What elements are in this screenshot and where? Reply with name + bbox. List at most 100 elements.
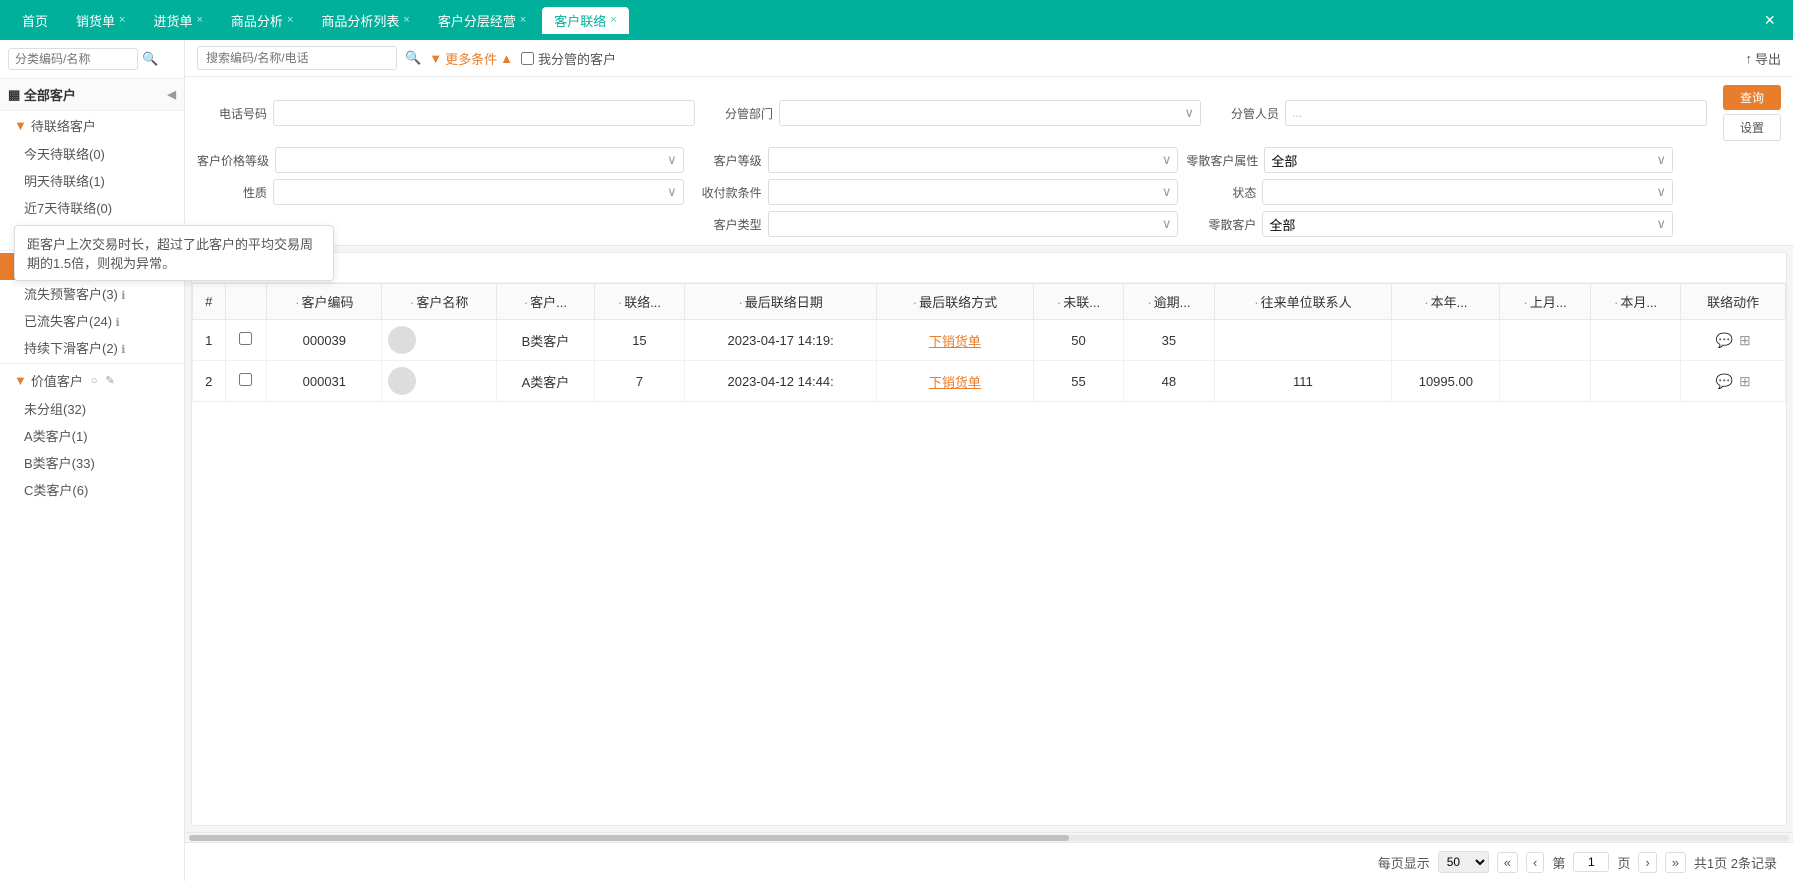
sidebar-item-lost[interactable]: 已流失客户(24) ℹ — [0, 307, 184, 334]
tab-product-list-close[interactable]: × — [403, 14, 409, 26]
col-checkbox — [225, 284, 267, 320]
filter-price-select[interactable]: ∨ — [275, 147, 684, 173]
col-type[interactable]: ·客户... — [497, 284, 595, 320]
value-group-settings-icon[interactable]: ✎ — [106, 374, 115, 387]
sidebar-value-group[interactable]: ▼ 价值客户 ○ ✎ — [0, 366, 184, 395]
filter-manager-field: 分管人员 ... — [1209, 100, 1707, 126]
col-this-month[interactable]: ·本月... — [1590, 284, 1680, 320]
row-checkbox-2[interactable] — [239, 373, 252, 386]
tab-home[interactable]: 首页 — [10, 7, 60, 34]
sidebar-item-today[interactable]: 今天待联络(0) — [0, 140, 184, 167]
tab-customer-tier[interactable]: 客户分层经营 × — [426, 7, 538, 34]
query-button[interactable]: 查询 — [1723, 85, 1781, 110]
tab-purchase[interactable]: 进货单 × — [141, 7, 214, 34]
tab-product-analysis[interactable]: 商品分析 × — [219, 7, 305, 34]
col-contacts[interactable]: ·联络... — [594, 284, 684, 320]
table-toolbar: ⚙ — [192, 253, 1786, 283]
col-code[interactable]: ·客户编码 — [267, 284, 382, 320]
tooltip-text: 距客户上次交易时长，超过了此客户的平均交易周期的1.5倍，则视为异常。 — [185, 237, 313, 271]
tab-customer-tier-close[interactable]: × — [520, 14, 526, 26]
sidebar-item-7days[interactable]: 近7天待联络(0) — [0, 194, 184, 221]
tab-product-analysis-label: 商品分析 — [231, 11, 283, 30]
sidebar-item-b-class[interactable]: B类客户(33) — [0, 449, 184, 476]
filter-search-button[interactable]: 🔍 — [405, 50, 421, 66]
tab-sales[interactable]: 销货单 × — [64, 7, 137, 34]
contact-icon-2[interactable]: 💬 — [1716, 373, 1733, 390]
page-input[interactable] — [1573, 852, 1609, 872]
row-checkbox-1[interactable] — [239, 332, 252, 345]
sidebar-item-tomorrow[interactable]: 明天待联络(1) — [0, 167, 184, 194]
sidebar-item-churn-warning[interactable]: 流失预警客户(3) ℹ — [0, 280, 184, 307]
export-button[interactable]: ↑ 导出 — [1745, 49, 1781, 68]
pagination-bar: 每页显示 50 100 200 « ‹ 第 页 › » 共1页 2条记录 — [185, 842, 1793, 881]
contact-icon-1[interactable]: 💬 — [1716, 332, 1733, 349]
dept-select-arrow: ∨ — [1184, 105, 1194, 121]
filter-row-4: ... 客户类型 ∨ 零散客户 全部 ∨ — [197, 211, 1781, 237]
tab-product-list[interactable]: 商品分析列表 × — [309, 7, 421, 34]
link-icon-2[interactable]: ⊞ — [1739, 373, 1751, 390]
filter-action-buttons: 查询 设置 — [1723, 85, 1781, 141]
tab-customer-contact[interactable]: 客户联络 × — [542, 7, 628, 34]
my-customers-checkbox[interactable]: 我分管的客户 — [521, 49, 616, 68]
my-customers-check[interactable] — [521, 52, 534, 65]
filter-scattered-cust-label: 零散客户 — [1186, 216, 1256, 233]
tab-product-analysis-close[interactable]: × — [287, 14, 293, 26]
cell-last-method-2: 下销货单 — [877, 361, 1034, 402]
last-method-link-1[interactable]: 下销货单 — [929, 334, 981, 349]
filter-search-input[interactable] — [197, 46, 397, 70]
cust-type-arrow: ∨ — [1162, 216, 1172, 232]
filter-scattered-cust-select[interactable]: 全部 ∨ — [1262, 211, 1673, 237]
filter-row-1: 电话号码 分管部门 ∨ 分管人员 ... — [197, 85, 1781, 141]
scattered-select-arrow: ∨ — [1657, 152, 1667, 168]
sidebar-item-declining[interactable]: 持续下滑客户(2) ℹ — [0, 334, 184, 361]
tab-sales-close[interactable]: × — [119, 14, 125, 26]
next-page-button[interactable]: › — [1638, 852, 1656, 873]
more-conditions-button[interactable]: ▼ 更多条件 ▲ — [429, 49, 513, 68]
value-group-edit-icon[interactable]: ○ — [91, 375, 98, 387]
filter-dept-field: 分管部门 ∨ — [703, 100, 1201, 126]
link-icon-1[interactable]: ⊞ — [1739, 332, 1751, 349]
sidebar-search-icon[interactable]: 🔍 — [142, 51, 158, 67]
cell-actions-2: 💬 ⊞ — [1681, 361, 1786, 402]
col-unit-contact[interactable]: ·往来单位联系人 — [1214, 284, 1392, 320]
col-name[interactable]: ·客户名称 — [382, 284, 497, 320]
filter-payment-select[interactable]: ∨ — [768, 179, 1179, 205]
filter-manager-label: 分管人员 — [1209, 105, 1279, 122]
last-page-button[interactable]: » — [1665, 852, 1686, 873]
per-page-select[interactable]: 50 100 200 — [1438, 851, 1489, 873]
filter-status-field: 状态 ∨ — [1186, 179, 1673, 205]
sidebar-item-ungroup[interactable]: 未分组(32) — [0, 395, 184, 422]
window-close-button[interactable]: × — [1756, 10, 1783, 31]
setting-button[interactable]: 设置 — [1723, 114, 1781, 141]
table-header-row: # ·客户编码 ·客户名称 ·客户... ·联络... — [193, 284, 1786, 320]
sidebar-search-input[interactable] — [8, 48, 138, 70]
col-overdue[interactable]: ·逾期... — [1124, 284, 1214, 320]
prev-page-button[interactable]: ‹ — [1526, 852, 1544, 873]
col-last-date[interactable]: ·最后联络日期 — [685, 284, 877, 320]
filter-cust-type-select[interactable]: ∨ — [768, 211, 1179, 237]
first-page-button[interactable]: « — [1497, 852, 1518, 873]
cell-name-2 — [382, 361, 497, 402]
filter-nature-select[interactable]: ∨ — [273, 179, 684, 205]
filter-dept-select[interactable]: ∨ — [779, 100, 1201, 126]
my-customers-label: 我分管的客户 — [538, 49, 616, 68]
sidebar-pending-group[interactable]: ▼ 待联络客户 — [0, 111, 184, 140]
sidebar-item-a-class[interactable]: A类客户(1) — [0, 422, 184, 449]
sidebar-all-customers[interactable]: ▦ 全部客户 ◀ — [0, 79, 184, 111]
filter-cust-level-select[interactable]: ∨ — [768, 147, 1179, 173]
filter-phone-input[interactable] — [273, 100, 695, 126]
page-label: 第 — [1552, 853, 1565, 872]
filter-manager-select[interactable]: ... — [1285, 100, 1707, 126]
col-last-method[interactable]: ·最后联络方式 — [877, 284, 1034, 320]
scrollbar-thumb[interactable] — [189, 835, 1069, 841]
tab-purchase-close[interactable]: × — [196, 14, 202, 26]
tab-customer-contact-close[interactable]: × — [610, 14, 616, 26]
sidebar-item-c-class[interactable]: C类客户(6) — [0, 476, 184, 503]
horizontal-scrollbar[interactable] — [185, 832, 1793, 842]
col-last-month[interactable]: ·上月... — [1500, 284, 1590, 320]
last-method-link-2[interactable]: 下销货单 — [929, 375, 981, 390]
col-this-year[interactable]: ·本年... — [1392, 284, 1500, 320]
filter-status-select[interactable]: ∨ — [1262, 179, 1673, 205]
filter-scattered-select[interactable]: 全部 ∨ — [1264, 147, 1673, 173]
col-unreachable[interactable]: ·未联... — [1033, 284, 1123, 320]
